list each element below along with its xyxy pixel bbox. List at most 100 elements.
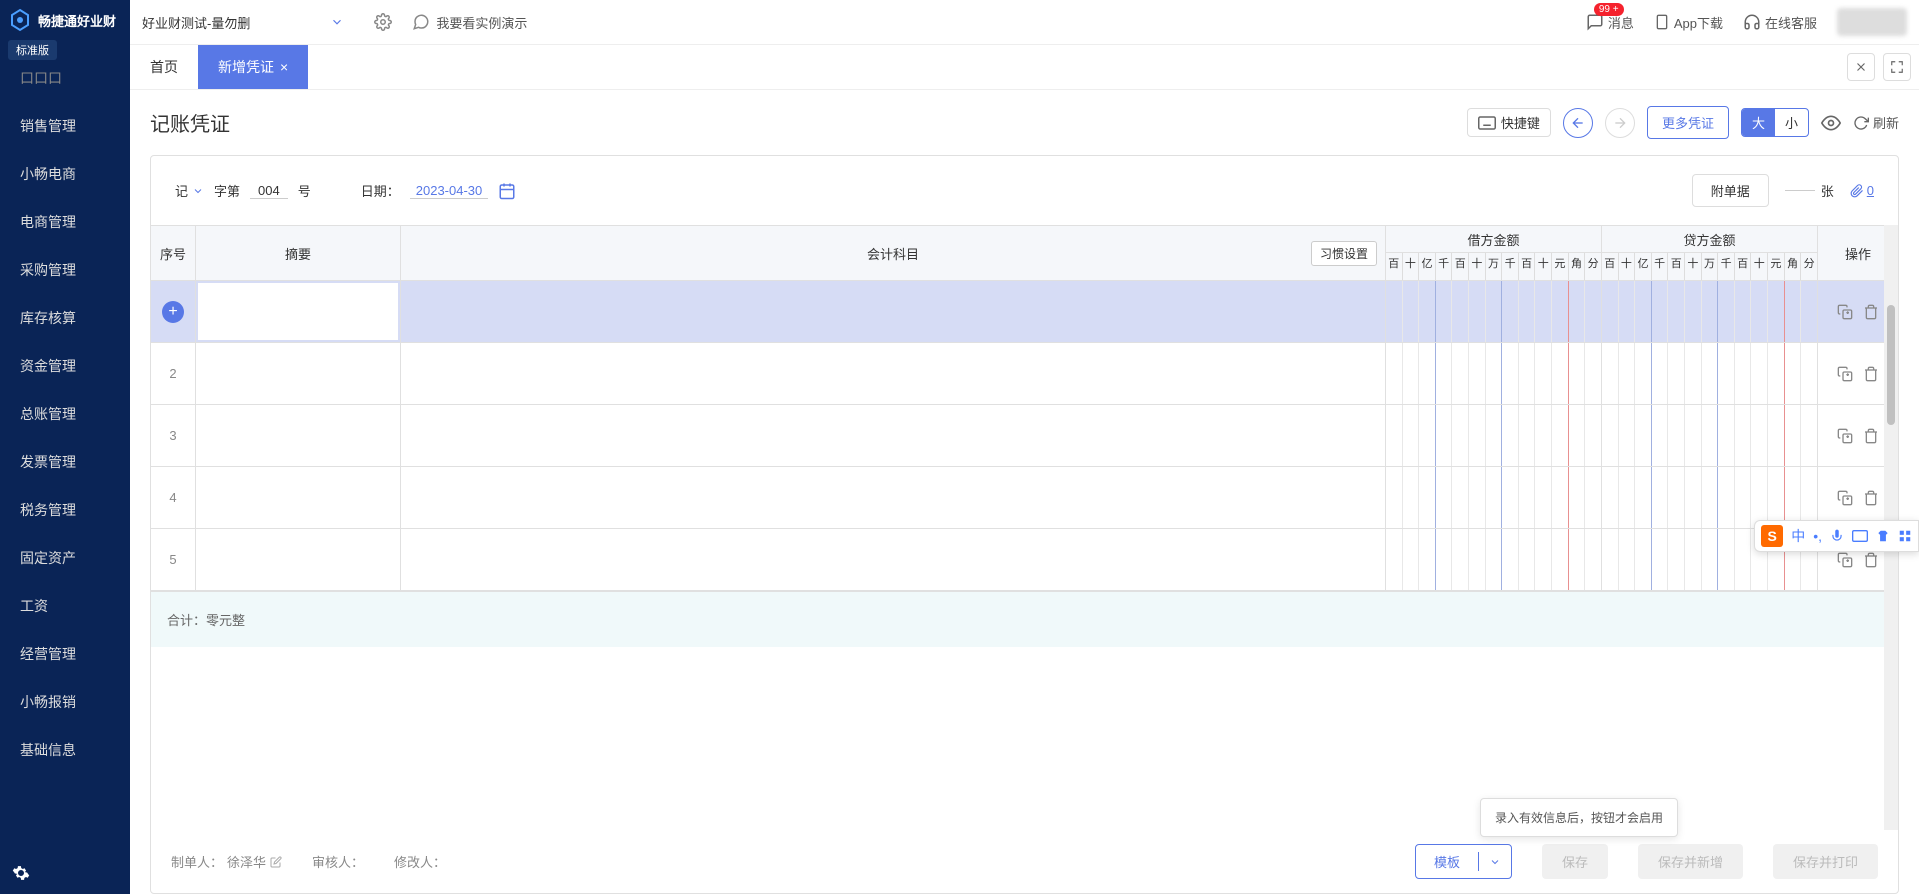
debit-amount[interactable] xyxy=(1386,281,1602,342)
delete-row-icon[interactable] xyxy=(1863,428,1879,444)
demo-link[interactable]: 我要看实例演示 xyxy=(412,13,527,32)
credit-amount[interactable] xyxy=(1602,467,1818,528)
copy-row-icon[interactable] xyxy=(1837,490,1853,506)
table-row[interactable]: + xyxy=(151,281,1898,343)
avatar[interactable] xyxy=(1837,8,1907,36)
more-vouchers-button[interactable]: 更多凭证 xyxy=(1647,106,1729,139)
sidebar-item-tax[interactable]: 税务管理 xyxy=(0,486,130,534)
edition-badge: 标准版 xyxy=(8,40,57,60)
prev-voucher-button[interactable] xyxy=(1563,108,1593,138)
eye-icon xyxy=(1821,113,1841,133)
digit-header: 百 xyxy=(1602,253,1619,280)
sidebar-item-reimburse[interactable]: 小畅报销 xyxy=(0,678,130,726)
refresh-button[interactable]: 刷新 xyxy=(1853,113,1899,132)
table-row[interactable]: 4 xyxy=(151,467,1898,529)
attach-document-button[interactable]: 附单据 xyxy=(1692,174,1769,207)
page-title: 记账凭证 xyxy=(150,108,230,137)
app-download-button[interactable]: App下载 xyxy=(1654,13,1723,32)
keyboard-icon xyxy=(1478,116,1496,130)
summary-cell[interactable] xyxy=(196,529,401,590)
sidebar-item-truncated[interactable]: 口口口 xyxy=(0,68,130,102)
fullscreen-button[interactable] xyxy=(1883,53,1911,81)
chat-icon xyxy=(412,13,430,31)
digit-header: 万 xyxy=(1702,253,1719,280)
summary-cell[interactable] xyxy=(196,343,401,404)
subject-cell[interactable] xyxy=(401,529,1386,590)
size-large-button[interactable]: 大 xyxy=(1742,109,1775,136)
debit-amount[interactable] xyxy=(1386,529,1602,590)
view-button[interactable] xyxy=(1821,113,1841,133)
delete-row-icon[interactable] xyxy=(1863,490,1879,506)
sidebar-item-fixed-assets[interactable]: 固定资产 xyxy=(0,534,130,582)
delete-row-icon[interactable] xyxy=(1863,304,1879,320)
sidebar-item-invoice[interactable]: 发票管理 xyxy=(0,438,130,486)
sidebar-item-funds[interactable]: 资金管理 xyxy=(0,342,130,390)
ime-toolbox-icon[interactable] xyxy=(1898,529,1912,543)
subject-cell[interactable] xyxy=(401,281,1386,342)
subject-cell[interactable] xyxy=(401,467,1386,528)
tab-new-voucher[interactable]: 新增凭证 × xyxy=(198,45,308,89)
next-voucher-button[interactable] xyxy=(1605,108,1635,138)
ime-punct-icon[interactable]: •, xyxy=(1813,528,1822,544)
table-row[interactable]: 2 xyxy=(151,343,1898,405)
table-row[interactable]: 3 xyxy=(151,405,1898,467)
subject-cell[interactable] xyxy=(401,343,1386,404)
subject-cell[interactable] xyxy=(401,405,1386,466)
settings-button[interactable] xyxy=(374,13,392,31)
delete-row-icon[interactable] xyxy=(1863,552,1879,568)
add-row-button[interactable]: + xyxy=(162,301,184,323)
debit-amount[interactable] xyxy=(1386,467,1602,528)
shortcut-button[interactable]: 快捷键 xyxy=(1467,108,1551,137)
habit-settings-button[interactable]: 习惯设置 xyxy=(1311,241,1377,266)
voucher-type-select[interactable]: 记 xyxy=(175,181,204,200)
copy-row-icon[interactable] xyxy=(1837,304,1853,320)
debit-amount[interactable] xyxy=(1386,343,1602,404)
template-button[interactable]: 模板 xyxy=(1415,844,1512,879)
org-selector[interactable]: 好业财测试-量勿删 xyxy=(142,13,344,32)
credit-amount[interactable] xyxy=(1602,343,1818,404)
copy-row-icon[interactable] xyxy=(1837,366,1853,382)
copy-row-icon[interactable] xyxy=(1837,428,1853,444)
credit-amount[interactable] xyxy=(1602,405,1818,466)
debit-amount[interactable] xyxy=(1386,405,1602,466)
size-small-button[interactable]: 小 xyxy=(1775,109,1808,136)
sidebar-item-xiaochang-ec[interactable]: 小畅电商 xyxy=(0,150,130,198)
summary-cell[interactable] xyxy=(196,467,401,528)
messages-button[interactable]: 99 + 消息 xyxy=(1586,13,1634,32)
close-icon[interactable]: × xyxy=(280,59,288,75)
ime-lang[interactable]: 中 xyxy=(1791,526,1805,546)
sidebar-item-business[interactable]: 经营管理 xyxy=(0,630,130,678)
table-row[interactable]: 5 xyxy=(151,529,1898,591)
tab-home[interactable]: 首页 xyxy=(130,45,198,89)
ime-toolbar[interactable]: S 中 •, xyxy=(1754,520,1919,552)
summary-cell[interactable] xyxy=(196,405,401,466)
credit-amount[interactable] xyxy=(1602,281,1818,342)
maker-label: 制单人： 徐泽华 xyxy=(171,852,282,871)
save-button: 保存 xyxy=(1542,844,1608,879)
summary-input[interactable] xyxy=(198,283,398,340)
customer-service-button[interactable]: 在线客服 xyxy=(1743,13,1817,32)
summary-cell[interactable] xyxy=(196,281,401,342)
sidebar-settings[interactable] xyxy=(0,852,130,894)
voucher-number-input[interactable]: 004 xyxy=(250,183,288,199)
sidebar-item-ledger[interactable]: 总账管理 xyxy=(0,390,130,438)
delete-row-icon[interactable] xyxy=(1863,366,1879,382)
calendar-button[interactable] xyxy=(498,182,516,200)
demo-label: 我要看实例演示 xyxy=(436,13,527,32)
refresh-label: 刷新 xyxy=(1873,113,1899,132)
sidebar-item-basic[interactable]: 基础信息 xyxy=(0,726,130,774)
date-input[interactable]: 2023-04-30 xyxy=(410,183,489,199)
sidebar-item-ecommerce[interactable]: 电商管理 xyxy=(0,198,130,246)
ime-skin-icon[interactable] xyxy=(1876,529,1890,543)
sidebar-item-sales[interactable]: 销售管理 xyxy=(0,102,130,150)
sidebar-item-purchase[interactable]: 采购管理 xyxy=(0,246,130,294)
sidebar-item-inventory[interactable]: 库存核算 xyxy=(0,294,130,342)
edit-icon[interactable] xyxy=(270,856,282,868)
ime-voice-icon[interactable] xyxy=(1830,529,1844,543)
ime-keyboard-icon[interactable] xyxy=(1852,530,1868,542)
close-tab-button[interactable] xyxy=(1847,53,1875,81)
sidebar-item-salary[interactable]: 工资 xyxy=(0,582,130,630)
attachment-link[interactable]: 0 xyxy=(1850,183,1874,198)
copy-row-icon[interactable] xyxy=(1837,552,1853,568)
topbar: 好业财测试-量勿删 我要看实例演示 99 + 消息 App下载 xyxy=(130,0,1919,45)
